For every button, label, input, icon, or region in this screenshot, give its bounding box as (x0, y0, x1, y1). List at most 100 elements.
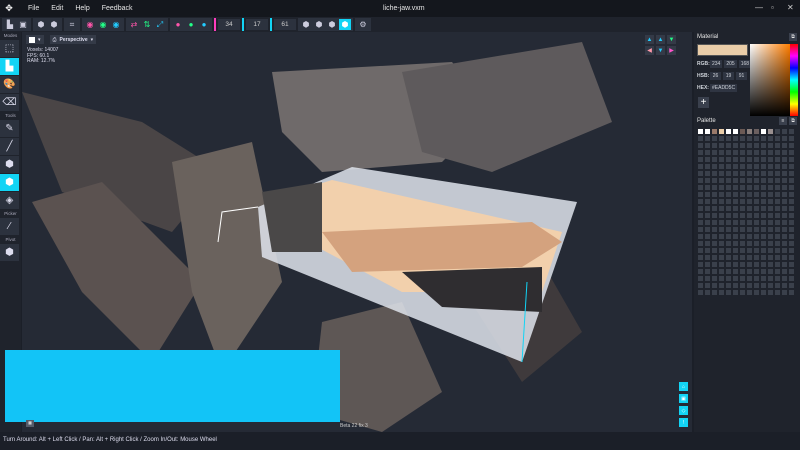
palette-cell[interactable] (774, 289, 781, 296)
flip-z-icon[interactable]: ⤢ (154, 19, 166, 30)
palette-cell[interactable] (704, 191, 711, 198)
palette-cell[interactable] (746, 233, 753, 240)
palette-cell[interactable] (774, 128, 781, 135)
palette-cell[interactable] (788, 163, 795, 170)
pivot-cube-icon[interactable]: ⬢ (0, 244, 19, 261)
palette-cell[interactable] (704, 268, 711, 275)
palette-cell[interactable] (774, 135, 781, 142)
fill-tool-icon[interactable]: ◈ (0, 192, 19, 209)
palette-cell[interactable] (774, 275, 781, 282)
palette-cell[interactable] (753, 212, 760, 219)
palette-cell[interactable] (781, 191, 788, 198)
palette-cell[interactable] (697, 135, 704, 142)
palette-cell[interactable] (704, 219, 711, 226)
palette-cell[interactable] (788, 282, 795, 289)
palette-cell[interactable] (732, 275, 739, 282)
palette-cell[interactable] (753, 268, 760, 275)
palette-cell[interactable] (697, 142, 704, 149)
palette-cell[interactable] (753, 128, 760, 135)
palette-cell[interactable] (725, 219, 732, 226)
palette-cell[interactable] (781, 254, 788, 261)
palette-cell[interactable] (725, 268, 732, 275)
palette-cell[interactable] (739, 247, 746, 254)
view-up-icon[interactable]: ▲ (645, 35, 654, 44)
palette-cell[interactable] (725, 198, 732, 205)
palette-cell[interactable] (753, 156, 760, 163)
palette-cell[interactable] (732, 226, 739, 233)
line-tool-icon[interactable]: ╱ (0, 138, 19, 155)
palette-cell[interactable] (760, 156, 767, 163)
hue-slider[interactable] (790, 44, 798, 116)
palette-cell[interactable] (774, 268, 781, 275)
palette-cell[interactable] (725, 254, 732, 261)
palette-cell[interactable] (774, 177, 781, 184)
palette-cell[interactable] (739, 282, 746, 289)
popout-icon[interactable]: ⧉ (789, 33, 797, 41)
palette-cell[interactable] (788, 149, 795, 156)
palette-cell[interactable] (746, 177, 753, 184)
palette-cell[interactable] (704, 142, 711, 149)
palette-cell[interactable] (725, 289, 732, 296)
palette-cell[interactable] (767, 205, 774, 212)
palette-cell[interactable] (697, 128, 704, 135)
palette-cell[interactable] (753, 142, 760, 149)
palette-cell[interactable] (753, 261, 760, 268)
palette-cell[interactable] (781, 142, 788, 149)
box-tool-icon[interactable]: ⬢ (0, 156, 19, 173)
palette-cell[interactable] (753, 289, 760, 296)
palette-cell[interactable] (760, 191, 767, 198)
palette-cell[interactable] (718, 205, 725, 212)
palette-cell[interactable] (732, 191, 739, 198)
palette-cell[interactable] (781, 156, 788, 163)
palette-cell[interactable] (739, 240, 746, 247)
palette-cell[interactable] (739, 170, 746, 177)
palette-cell[interactable] (725, 282, 732, 289)
palette-cell[interactable] (725, 149, 732, 156)
palette-cell[interactable] (760, 289, 767, 296)
palette-cell[interactable] (746, 219, 753, 226)
palette-cell[interactable] (746, 149, 753, 156)
palette-cell[interactable] (760, 233, 767, 240)
palette-cell[interactable] (718, 198, 725, 205)
palette-cell[interactable] (732, 254, 739, 261)
saturation-brightness-picker[interactable] (750, 44, 790, 116)
popout-icon[interactable]: ⧉ (789, 117, 797, 125)
palette-cell[interactable] (781, 135, 788, 142)
palette-cell[interactable] (739, 142, 746, 149)
palette-cell[interactable] (711, 275, 718, 282)
palette-cell[interactable] (788, 275, 795, 282)
palette-cell[interactable] (788, 128, 795, 135)
palette-cell[interactable] (746, 282, 753, 289)
palette-cell[interactable] (774, 170, 781, 177)
palette-cell[interactable] (704, 261, 711, 268)
palette-cell[interactable] (725, 226, 732, 233)
palette-cell[interactable] (746, 135, 753, 142)
flip-y-icon[interactable]: ⇅ (141, 19, 153, 30)
attach-mode-icon[interactable]: ▙ (0, 58, 19, 75)
palette-cell[interactable] (760, 142, 767, 149)
new-file-icon[interactable]: ▙ (4, 19, 16, 30)
palette-cell[interactable] (704, 247, 711, 254)
palette-cell[interactable] (767, 240, 774, 247)
palette-cell[interactable] (746, 212, 753, 219)
palette-cell[interactable] (704, 163, 711, 170)
palette-cell[interactable] (739, 191, 746, 198)
palette-cell[interactable] (711, 254, 718, 261)
palette-cell[interactable] (697, 226, 704, 233)
palette-cell[interactable] (732, 233, 739, 240)
palette-cell[interactable] (697, 233, 704, 240)
palette-cell[interactable] (767, 212, 774, 219)
palette-cell[interactable] (704, 170, 711, 177)
palette-cell[interactable] (760, 254, 767, 261)
palette-cell[interactable] (732, 128, 739, 135)
palette-cell[interactable] (760, 240, 767, 247)
view-cube-active-icon[interactable]: ⬢ (339, 19, 351, 30)
palette-cell[interactable] (739, 226, 746, 233)
hex-field[interactable]: #EADD5C (710, 84, 738, 92)
palette-cell[interactable] (697, 163, 704, 170)
palette-cell[interactable] (718, 261, 725, 268)
palette-cell[interactable] (760, 135, 767, 142)
menu-feedback[interactable]: Feedback (102, 5, 133, 12)
palette-cell[interactable] (753, 198, 760, 205)
palette-cell[interactable] (753, 184, 760, 191)
